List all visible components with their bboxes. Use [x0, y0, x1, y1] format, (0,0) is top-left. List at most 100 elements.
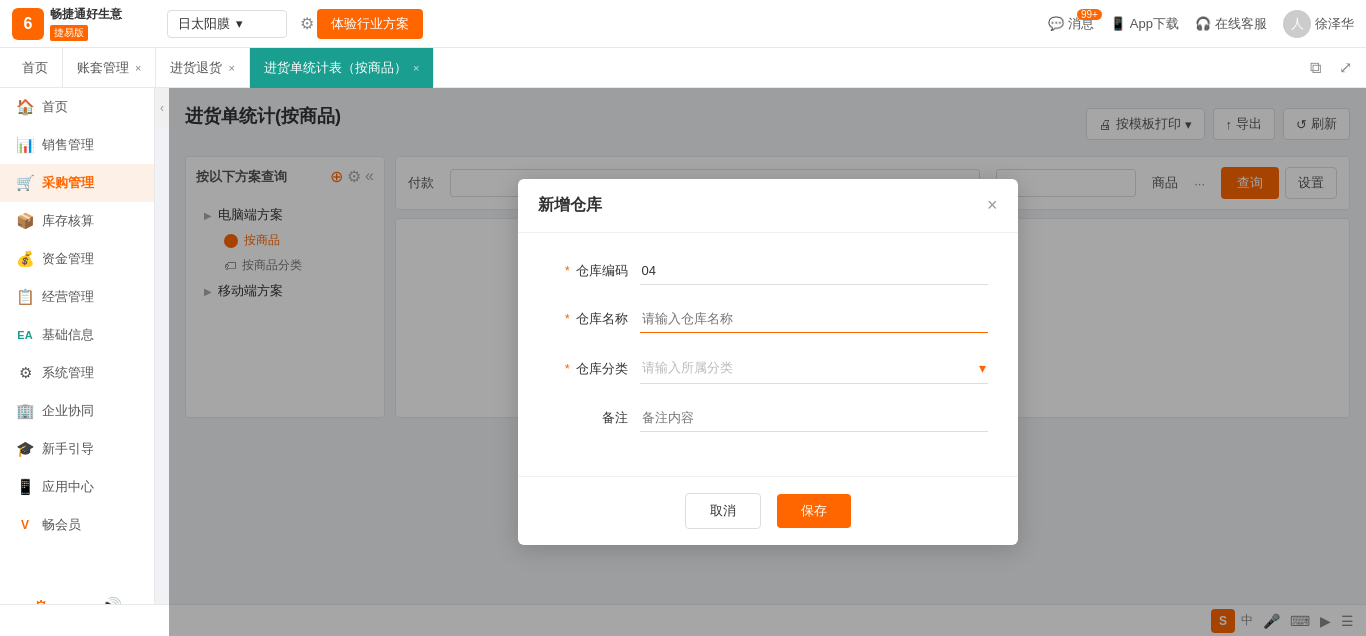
sidebar-collapse-btn[interactable]: ‹	[155, 88, 169, 128]
form-row-code: * 仓库编码	[548, 257, 988, 285]
logo-icon: 6	[12, 8, 44, 40]
sidebar-label-operations: 经营管理	[42, 288, 94, 306]
avatar: 人	[1283, 10, 1311, 38]
trial-button[interactable]: 体验行业方案	[317, 9, 423, 39]
sales-icon: 📊	[16, 136, 34, 154]
inventory-icon: 📦	[16, 212, 34, 230]
store-name: 日太阳膜	[178, 15, 230, 33]
tab-purchase-stats-close[interactable]: ×	[413, 62, 419, 74]
sidebar-label-inventory: 库存核算	[42, 212, 94, 230]
modal-body: * 仓库编码 * 仓库名称	[518, 233, 1018, 476]
brand-badge: 捷易版	[50, 25, 88, 41]
category-placeholder: 请输入所属分类	[642, 359, 733, 377]
message-item[interactable]: 💬 消息 99+	[1048, 15, 1094, 33]
store-selector[interactable]: 日太阳膜 ▾	[167, 10, 287, 38]
header-right: 💬 消息 99+ 📱 App下载 🎧 在线客服 人 徐泽华	[1048, 10, 1354, 38]
form-row-category: * 仓库分类 请输入所属分类 ▾	[548, 353, 988, 384]
sidebar-item-system[interactable]: ⚙ 系统管理	[0, 354, 154, 392]
message-badge: 99+	[1077, 9, 1102, 20]
guide-icon: 🎓	[16, 440, 34, 458]
sidebar-label-sales: 销售管理	[42, 136, 94, 154]
tab-accounts-close[interactable]: ×	[135, 62, 141, 74]
sidebar: 🏠 首页 📊 销售管理 🛒 采购管理 📦 库存核算 💰 资金管理 📋 经营管理 …	[0, 88, 155, 636]
modal-close-button[interactable]: ×	[987, 195, 998, 216]
note-input[interactable]	[640, 404, 988, 432]
sidebar-label-home: 首页	[42, 98, 68, 116]
tab-accounts-label: 账套管理	[77, 59, 129, 77]
app-download-label: App下载	[1130, 15, 1179, 33]
phone-icon: 📱	[1110, 16, 1126, 31]
sidebar-item-home[interactable]: 🏠 首页	[0, 88, 154, 126]
sidebar-item-vip[interactable]: V 畅会员	[0, 506, 154, 544]
content-area: 进货单统计(按商品) 🖨 按模板打印 ▾ ↑ 导出 ↺ 刷新	[169, 88, 1366, 636]
sidebar-label-finance: 资金管理	[42, 250, 94, 268]
tab-home[interactable]: 首页	[8, 48, 63, 88]
tab-bar: 首页 账套管理 × 进货退货 × 进货单统计表（按商品） × ⧉ ⤢	[0, 48, 1366, 88]
brand-text: 畅捷通好生意 捷易版	[50, 6, 122, 41]
category-label: * 仓库分类	[548, 360, 628, 378]
sidebar-item-inventory[interactable]: 📦 库存核算	[0, 202, 154, 240]
code-input[interactable]	[640, 257, 988, 285]
form-row-name: * 仓库名称	[548, 305, 988, 333]
modal-footer: 取消 保存	[518, 476, 1018, 545]
enterprise-icon: 🏢	[16, 402, 34, 420]
cancel-button[interactable]: 取消	[685, 493, 761, 529]
basic-info-icon: EA	[16, 326, 34, 344]
online-service-item[interactable]: 🎧 在线客服	[1195, 15, 1267, 33]
settings-icon[interactable]: ⚙	[297, 14, 317, 34]
sidebar-item-purchase[interactable]: 🛒 采购管理	[0, 164, 154, 202]
sidebar-label-vip: 畅会员	[42, 516, 81, 534]
sidebar-item-guide[interactable]: 🎓 新手引导	[0, 430, 154, 468]
online-service-label: 在线客服	[1215, 15, 1267, 33]
sidebar-item-apps[interactable]: 📱 应用中心	[0, 468, 154, 506]
operations-icon: 📋	[16, 288, 34, 306]
tab-purchase-stats[interactable]: 进货单统计表（按商品） ×	[250, 48, 434, 88]
system-icon: ⚙	[16, 364, 34, 382]
store-dropdown-icon: ▾	[236, 16, 243, 31]
required-star-name: *	[565, 311, 570, 326]
apps-icon: 📱	[16, 478, 34, 496]
user-item[interactable]: 人 徐泽华	[1283, 10, 1354, 38]
tab-expand-button[interactable]: ⤢	[1333, 54, 1358, 81]
name-input[interactable]	[640, 305, 988, 333]
purchase-icon: 🛒	[16, 174, 34, 192]
tab-purchase-stats-label: 进货单统计表（按商品）	[264, 59, 407, 77]
tab-purchase-return-close[interactable]: ×	[228, 62, 234, 74]
app-download-item[interactable]: 📱 App下载	[1110, 15, 1179, 33]
new-warehouse-modal: 新增仓库 × * 仓库编码 *	[518, 179, 1018, 545]
sidebar-item-sales[interactable]: 📊 销售管理	[0, 126, 154, 164]
name-label: * 仓库名称	[548, 310, 628, 328]
tab-bar-actions: ⧉ ⤢	[1304, 54, 1358, 81]
top-header: 6 畅捷通好生意 捷易版 日太阳膜 ▾ ⚙ 体验行业方案 💬 消息 99+ 📱 …	[0, 0, 1366, 48]
required-star-category: *	[565, 361, 570, 376]
modal-header: 新增仓库 ×	[518, 179, 1018, 233]
home-icon: 🏠	[16, 98, 34, 116]
required-star-code: *	[565, 263, 570, 278]
sidebar-label-purchase: 采购管理	[42, 174, 94, 192]
sidebar-item-basic-info[interactable]: EA 基础信息	[0, 316, 154, 354]
logo-area: 6 畅捷通好生意 捷易版	[12, 6, 167, 41]
sidebar-label-enterprise: 企业协同	[42, 402, 94, 420]
category-select[interactable]: 请输入所属分类 ▾	[640, 353, 988, 384]
sidebar-label-basic-info: 基础信息	[42, 326, 94, 344]
sidebar-item-enterprise[interactable]: 🏢 企业协同	[0, 392, 154, 430]
sidebar-label-guide: 新手引导	[42, 440, 94, 458]
save-button[interactable]: 保存	[777, 494, 851, 528]
tab-purchase-return-label: 进货退货	[170, 59, 222, 77]
sidebar-item-operations[interactable]: 📋 经营管理	[0, 278, 154, 316]
main-layout: 🏠 首页 📊 销售管理 🛒 采购管理 📦 库存核算 💰 资金管理 📋 经营管理 …	[0, 88, 1366, 636]
category-dropdown-icon: ▾	[979, 360, 986, 376]
sidebar-item-finance[interactable]: 💰 资金管理	[0, 240, 154, 278]
tab-restore-button[interactable]: ⧉	[1304, 55, 1327, 81]
sidebar-label-system: 系统管理	[42, 364, 94, 382]
code-label: * 仓库编码	[548, 262, 628, 280]
finance-icon: 💰	[16, 250, 34, 268]
modal-overlay: 新增仓库 × * 仓库编码 *	[169, 88, 1366, 636]
brand-name: 畅捷通好生意	[50, 6, 122, 23]
vip-icon: V	[16, 516, 34, 534]
headset-icon: 🎧	[1195, 16, 1211, 31]
tab-purchase-return[interactable]: 进货退货 ×	[156, 48, 249, 88]
tab-accounts[interactable]: 账套管理 ×	[63, 48, 156, 88]
modal-title: 新增仓库	[538, 195, 602, 216]
sidebar-label-apps: 应用中心	[42, 478, 94, 496]
